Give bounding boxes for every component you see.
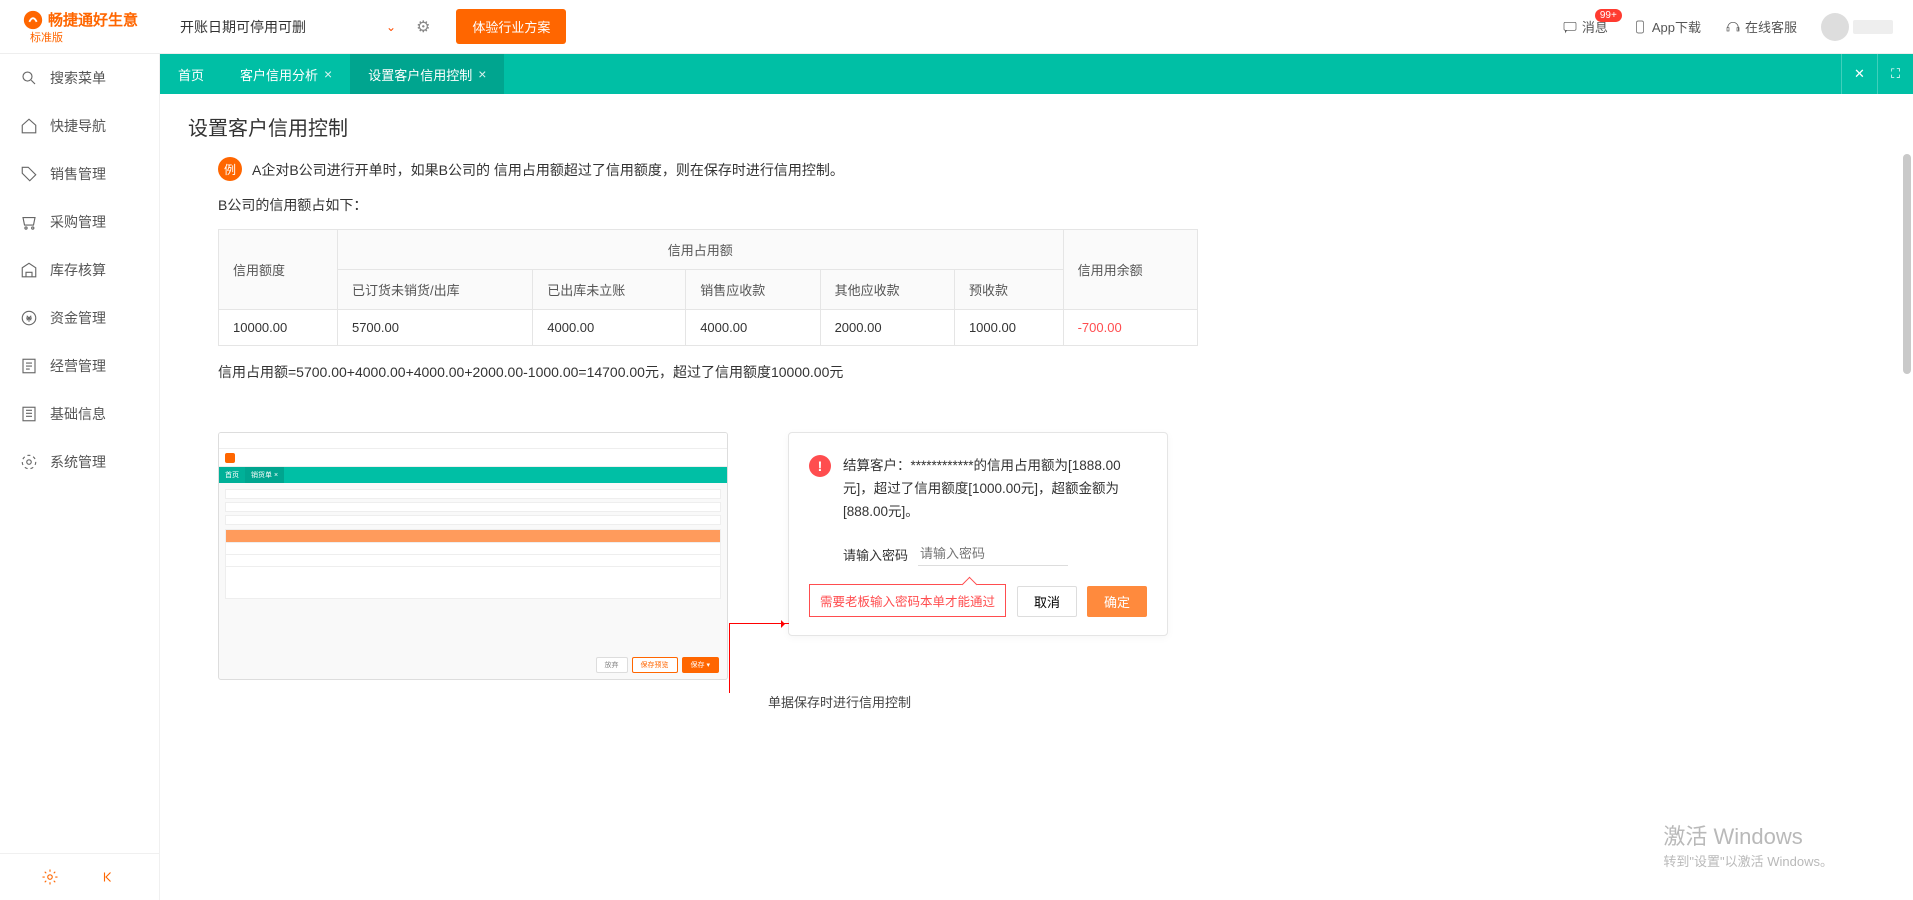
messages-link[interactable]: 消息 99+ [1562, 17, 1608, 36]
search-icon [20, 69, 38, 87]
close-icon[interactable]: × [478, 66, 486, 82]
td-ordered: 5700.00 [337, 310, 532, 346]
embedded-screenshot: 首页销货单 × [218, 432, 728, 680]
sidebar-item-purchase[interactable]: 采购管理 [0, 198, 159, 246]
tab-credit-control[interactable]: 设置客户信用控制 × [350, 54, 504, 94]
chevron-down-icon: ⌄ [386, 20, 396, 34]
app-download-link[interactable]: App下载 [1632, 17, 1701, 36]
home-icon [20, 117, 38, 135]
password-label: 请输入密码 [843, 545, 908, 564]
settings-icon[interactable] [41, 868, 59, 886]
brand-logo-icon [22, 9, 44, 31]
brand-block: 畅捷通好生意 标准版 [0, 0, 160, 54]
money-icon [20, 309, 38, 327]
td-credit-limit: 10000.00 [219, 310, 338, 346]
page-title: 设置客户信用控制 [188, 112, 1885, 141]
confirm-button[interactable]: 确定 [1087, 586, 1147, 617]
connector-line-icon [729, 623, 730, 693]
brand-edition: 标准版 [30, 29, 63, 45]
sidebar-item-quicknav[interactable]: 快捷导航 [0, 102, 159, 150]
th-balance: 信用用余额 [1063, 230, 1197, 310]
sidebar-item-business[interactable]: 经营管理 [0, 342, 159, 390]
example-subtext: B公司的信用额占如下： [218, 195, 1855, 215]
scrollbar-thumb[interactable] [1903, 154, 1911, 374]
experience-button[interactable]: 体验行业方案 [456, 9, 566, 44]
warning-icon: ! [809, 455, 831, 477]
message-icon [1562, 19, 1578, 35]
formula-text: 信用占用额=5700.00+4000.00+4000.00+2000.00-10… [218, 362, 1855, 382]
cart-icon [20, 213, 38, 231]
password-input[interactable] [918, 542, 1068, 566]
tab-home[interactable]: 首页 [160, 54, 222, 94]
tag-icon [20, 165, 38, 183]
customer-service-link[interactable]: 在线客服 [1725, 17, 1797, 36]
credit-warning-dialog: ! 结算客户：************的信用占用额为[1888.00元]，超过了… [788, 432, 1168, 636]
mobile-icon [1632, 19, 1648, 35]
cancel-button[interactable]: 取消 [1017, 586, 1077, 617]
user-menu[interactable] [1821, 13, 1893, 41]
tab-credit-analysis[interactable]: 客户信用分析 × [222, 54, 350, 94]
avatar-icon [1821, 13, 1849, 41]
gear-icon[interactable]: ⚙ [416, 17, 430, 37]
account-date-selector[interactable]: 开账日期可停用可删 ⌄ [180, 17, 396, 37]
close-all-icon[interactable]: ✕ [1841, 54, 1877, 94]
illustration-caption: 单据保存时进行信用控制 [768, 692, 911, 711]
th-credit-limit: 信用额度 [219, 230, 338, 310]
sidebar-item-funds[interactable]: 资金管理 [0, 294, 159, 342]
collapse-icon[interactable] [100, 868, 118, 886]
warehouse-icon [20, 261, 38, 279]
sidebar-item-basic[interactable]: 基础信息 [0, 390, 159, 438]
td-balance: -700.00 [1063, 310, 1197, 346]
th-ordered: 已订货未销货/出库 [337, 270, 532, 310]
th-receivable: 销售应收款 [686, 270, 820, 310]
td-receivable: 4000.00 [686, 310, 820, 346]
th-other: 其他应收款 [820, 270, 954, 310]
td-other: 2000.00 [820, 310, 954, 346]
close-icon[interactable]: × [324, 66, 332, 82]
user-name-placeholder [1853, 20, 1893, 34]
fullscreen-icon[interactable]: ⛶ [1877, 54, 1913, 94]
dialog-note: 需要老板输入密码本单才能通过 [809, 584, 1006, 617]
headset-icon [1725, 19, 1741, 35]
sidebar-item-search[interactable]: 搜索菜单 [0, 54, 159, 102]
brand-name: 畅捷通好生意 [48, 9, 138, 30]
account-date-label: 开账日期可停用可删 [180, 17, 306, 37]
example-badge-icon: 例 [218, 157, 242, 181]
report-icon [20, 357, 38, 375]
dialog-message: 结算客户：************的信用占用额为[1888.00元]，超过了信用… [843, 455, 1147, 524]
message-badge: 99+ [1595, 9, 1622, 22]
th-shipped: 已出库未立账 [533, 270, 686, 310]
sidebar-item-inventory[interactable]: 库存核算 [0, 246, 159, 294]
td-shipped: 4000.00 [533, 310, 686, 346]
connector-line-icon [729, 623, 789, 624]
example-description: A企对B公司进行开单时，如果B公司的 信用占用额超过了信用额度，则在保存时进行信… [252, 159, 844, 181]
info-icon [20, 405, 38, 423]
credit-table: 信用额度 信用占用额 信用用余额 已订货未销货/出库 已出库未立账 销售应收款 … [218, 229, 1198, 346]
system-icon [20, 453, 38, 471]
td-prepaid: 1000.00 [954, 310, 1063, 346]
sidebar-item-sales[interactable]: 销售管理 [0, 150, 159, 198]
sidebar-item-system[interactable]: 系统管理 [0, 438, 159, 486]
th-prepaid: 预收款 [954, 270, 1063, 310]
th-occupy-group: 信用占用额 [337, 230, 1063, 270]
